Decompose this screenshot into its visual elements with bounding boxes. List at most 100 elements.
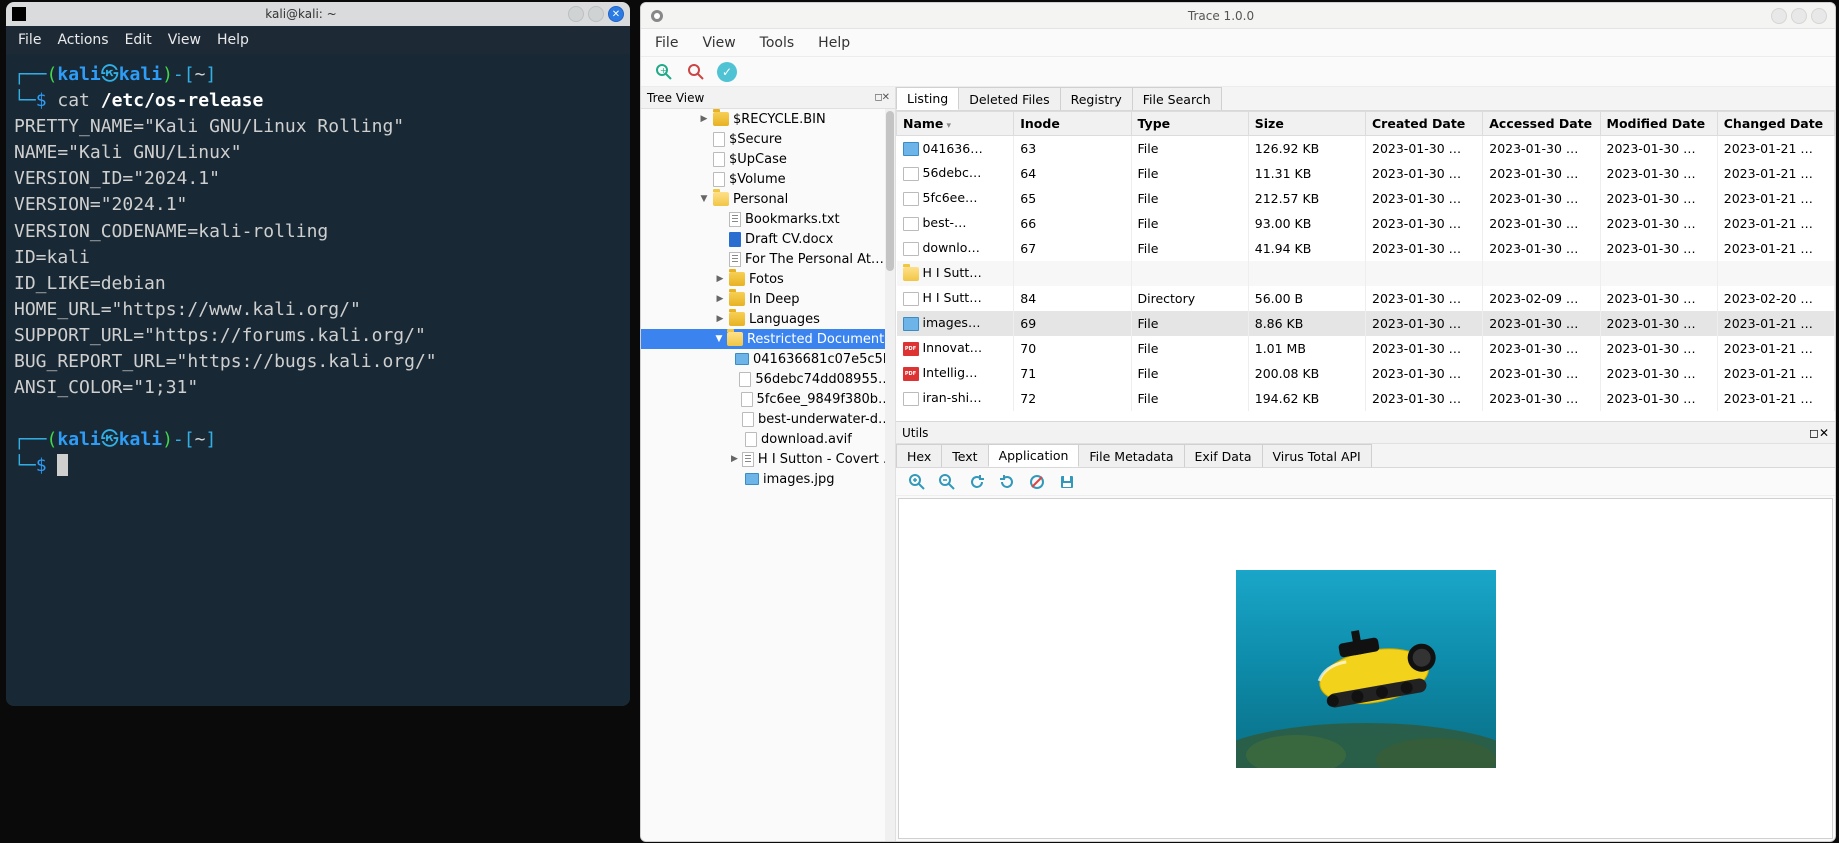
- table-row[interactable]: 5fc6ee…65File212.57 KB2023-01-30 …2023-0…: [897, 186, 1835, 211]
- tab-registry[interactable]: Registry: [1060, 87, 1133, 110]
- column-header[interactable]: Modified Date: [1600, 112, 1717, 136]
- column-header[interactable]: Size: [1248, 112, 1365, 136]
- table-row[interactable]: H I Sutt…: [897, 261, 1835, 286]
- terminal-titlebar[interactable]: kali@kali: ~ ✕: [6, 2, 630, 26]
- table-row[interactable]: 56debc…64File11.31 KB2023-01-30 …2023-01…: [897, 161, 1835, 186]
- twisty-icon[interactable]: ▶: [699, 114, 709, 124]
- cell: 2023-01-21 …: [1717, 386, 1834, 411]
- tree-item[interactable]: $Volume: [641, 169, 895, 189]
- tree-item[interactable]: ▶In Deep: [641, 289, 895, 309]
- tree-item[interactable]: For The Personal At…: [641, 249, 895, 269]
- tree-item[interactable]: ▼Restricted Documents: [641, 329, 895, 349]
- tree-item[interactable]: ▶$RECYCLE.BIN: [641, 109, 895, 129]
- panel-controls[interactable]: ◻✕: [874, 92, 889, 103]
- zoom-in-icon[interactable]: +: [653, 61, 675, 83]
- table-row[interactable]: Innovat…70File1.01 MB2023-01-30 …2023-01…: [897, 336, 1835, 361]
- table-row[interactable]: Intellig…71File200.08 KB2023-01-30 …2023…: [897, 361, 1835, 386]
- table-row[interactable]: iran-shi…72File194.62 KB2023-01-30 …2023…: [897, 386, 1835, 411]
- menu-view[interactable]: View: [168, 32, 201, 48]
- terminal-body[interactable]: ┌──(kali㉿kali)-[~] └─$ cat /etc/os-relea…: [6, 54, 630, 706]
- tree-item[interactable]: Draft CV.docx: [641, 229, 895, 249]
- maximize-button[interactable]: [588, 6, 604, 22]
- tab-text[interactable]: Text: [941, 444, 988, 467]
- twisty-icon[interactable]: ▶: [715, 314, 725, 324]
- zoom-tool-icon[interactable]: [685, 61, 707, 83]
- cell: 2023-01-21 …: [1717, 361, 1834, 386]
- tab-hex[interactable]: Hex: [896, 444, 942, 467]
- rotate-right-icon[interactable]: [998, 473, 1016, 491]
- zoom-in-icon[interactable]: [908, 473, 926, 491]
- twisty-icon[interactable]: ▼: [715, 334, 723, 344]
- scroll-thumb[interactable]: [886, 111, 894, 271]
- close-button[interactable]: ✕: [608, 6, 624, 22]
- check-icon[interactable]: ✓: [717, 62, 737, 82]
- minimize-button[interactable]: [568, 6, 584, 22]
- save-icon[interactable]: [1058, 473, 1076, 491]
- column-header[interactable]: Type: [1131, 112, 1248, 136]
- table-row[interactable]: 041636…63File126.92 KB2023-01-30 …2023-0…: [897, 136, 1835, 161]
- cell: 63: [1014, 136, 1131, 161]
- tree-item-label: images.jpg: [763, 472, 835, 487]
- tree-item[interactable]: Bookmarks.txt: [641, 209, 895, 229]
- tree-item[interactable]: best-underwater-d…: [641, 409, 895, 429]
- menu-tools[interactable]: Tools: [760, 35, 795, 51]
- tree-item[interactable]: ▶Fotos: [641, 269, 895, 289]
- trace-titlebar[interactable]: Trace 1.0.0: [641, 3, 1835, 29]
- table-row[interactable]: images…69File8.86 KB2023-01-30 …2023-01-…: [897, 311, 1835, 336]
- tree-item[interactable]: images.jpg: [641, 469, 895, 489]
- twisty-icon[interactable]: ▶: [731, 454, 738, 464]
- column-header[interactable]: Inode: [1014, 112, 1131, 136]
- listing-table[interactable]: NameInodeTypeSizeCreated DateAccessed Da…: [896, 111, 1835, 421]
- tree-item[interactable]: 041636681c07e5c5b…: [641, 349, 895, 369]
- cell: 041636…: [897, 136, 1014, 161]
- tree-item[interactable]: ▶H I Sutton - Covert …: [641, 449, 895, 469]
- menu-edit[interactable]: Edit: [125, 32, 152, 48]
- tree-item[interactable]: ▶Languages: [641, 309, 895, 329]
- close-button[interactable]: [1811, 8, 1827, 24]
- column-header[interactable]: Created Date: [1366, 112, 1483, 136]
- tab-listing[interactable]: Listing: [896, 87, 959, 110]
- tree-item[interactable]: $Secure: [641, 129, 895, 149]
- twisty-icon[interactable]: ▶: [715, 294, 725, 304]
- tree-item[interactable]: download.avif: [641, 429, 895, 449]
- menu-help[interactable]: Help: [217, 32, 249, 48]
- tree-scrollbar[interactable]: [885, 109, 895, 841]
- minimize-button[interactable]: [1771, 8, 1787, 24]
- cell: 71: [1014, 361, 1131, 386]
- maximize-button[interactable]: [1791, 8, 1807, 24]
- tab-filesearch[interactable]: File Search: [1132, 87, 1222, 110]
- table-row[interactable]: best-…66File93.00 KB2023-01-30 …2023-01-…: [897, 211, 1835, 236]
- tree-item[interactable]: ▼Personal: [641, 189, 895, 209]
- img-icon: [903, 317, 919, 331]
- tab-application[interactable]: Application: [988, 444, 1080, 467]
- menu-view[interactable]: View: [702, 35, 735, 51]
- column-header[interactable]: Accessed Date: [1483, 112, 1600, 136]
- tree-item[interactable]: 56debc74dd08955…: [641, 369, 895, 389]
- tree-item[interactable]: $UpCase: [641, 149, 895, 169]
- menu-actions[interactable]: Actions: [57, 32, 108, 48]
- tree-body[interactable]: ▶$RECYCLE.BIN$Secure$UpCase$Volume▼Perso…: [641, 109, 895, 841]
- column-header[interactable]: Changed Date: [1717, 112, 1834, 136]
- twisty-icon[interactable]: ▶: [715, 274, 725, 284]
- disable-icon[interactable]: [1028, 473, 1046, 491]
- cell: 2023-01-30 …: [1483, 336, 1600, 361]
- column-header[interactable]: Name: [897, 112, 1014, 136]
- rotate-left-icon[interactable]: [968, 473, 986, 491]
- utils-controls[interactable]: ◻✕: [1809, 426, 1829, 440]
- tab-exif[interactable]: Exif Data: [1184, 444, 1263, 467]
- cell: H I Sutt…: [897, 261, 1014, 286]
- table-row[interactable]: downlo…67File41.94 KB2023-01-30 …2023-01…: [897, 236, 1835, 261]
- menu-file[interactable]: File: [655, 35, 678, 51]
- tree-item[interactable]: 5fc6ee_9849f380b…: [641, 389, 895, 409]
- tab-metadata[interactable]: File Metadata: [1078, 444, 1184, 467]
- twisty-icon[interactable]: ▼: [699, 194, 709, 204]
- table-row[interactable]: H I Sutt…84Directory56.00 B2023-01-30 …2…: [897, 286, 1835, 311]
- cell: 66: [1014, 211, 1131, 236]
- tab-deleted[interactable]: Deleted Files: [958, 87, 1060, 110]
- cell: Directory: [1131, 286, 1248, 311]
- cell: downlo…: [897, 236, 1014, 261]
- tab-virustotal[interactable]: Virus Total API: [1262, 444, 1372, 467]
- menu-help[interactable]: Help: [818, 35, 850, 51]
- menu-file[interactable]: File: [18, 32, 41, 48]
- zoom-out-icon[interactable]: [938, 473, 956, 491]
